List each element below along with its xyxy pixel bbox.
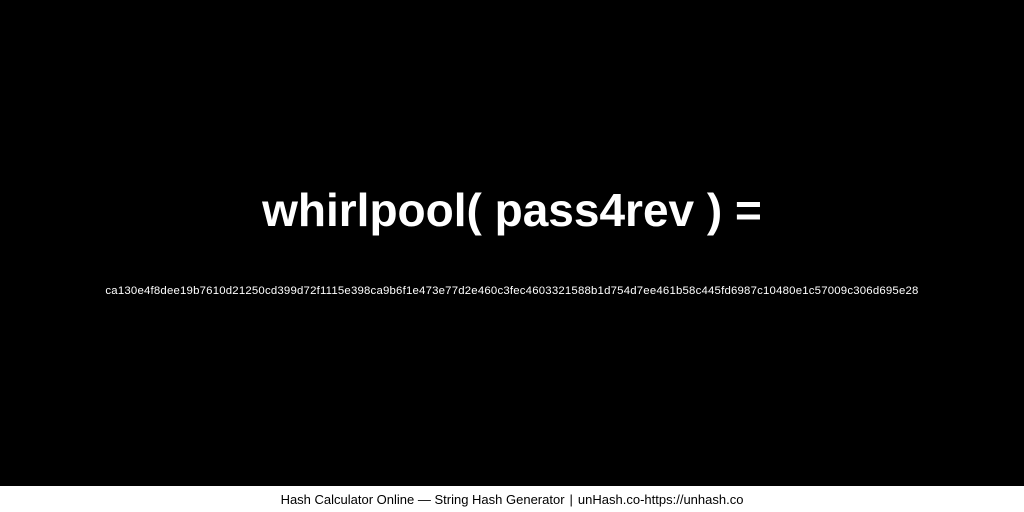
footer-separator: | xyxy=(570,492,573,507)
hash-output-value: ca130e4f8dee19b7610d21250cd399d72f1115e3… xyxy=(105,285,918,297)
footer-site-link[interactable]: unHash.co xyxy=(578,492,640,507)
footer-description: Hash Calculator Online — String Hash Gen… xyxy=(281,492,565,507)
hash-expression-heading: whirlpool( pass4rev ) = xyxy=(262,183,762,237)
main-content: whirlpool( pass4rev ) = ca130e4f8dee19b7… xyxy=(0,0,1024,480)
footer-url-link[interactable]: https://unhash.co xyxy=(644,492,743,507)
footer-bar: Hash Calculator Online — String Hash Gen… xyxy=(0,486,1024,512)
